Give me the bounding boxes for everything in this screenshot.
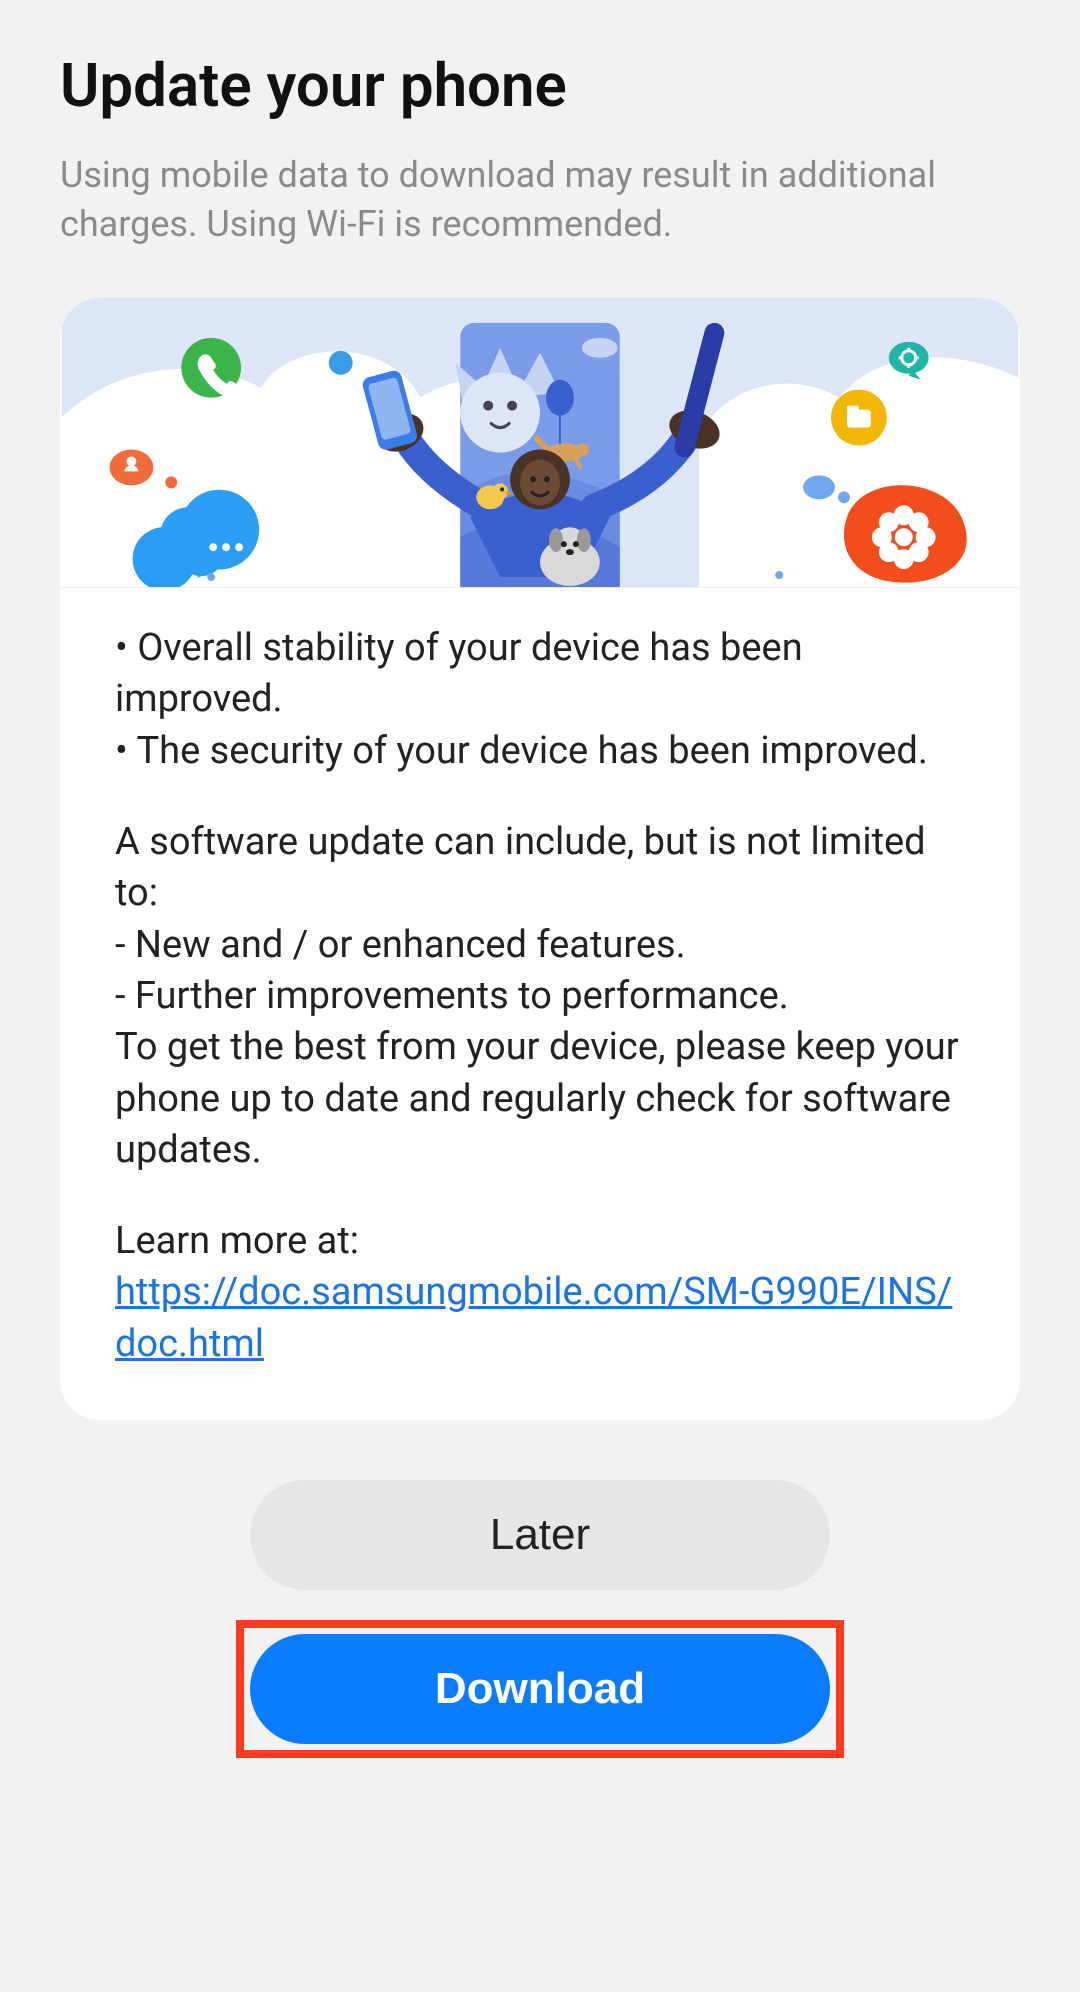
learn-more-label: Learn more at:	[115, 1216, 965, 1267]
download-highlight: Download	[236, 1620, 844, 1758]
learn-more-link[interactable]: https://doc.samsungmobile.com/SM-G990E/I…	[115, 1270, 952, 1365]
update-includes-item2: - Further improvements to performance.	[115, 971, 965, 1022]
update-illustration	[60, 298, 1020, 588]
bullet-security: • The security of your device has been i…	[115, 726, 965, 777]
page-title: Update your phone	[60, 50, 1020, 121]
bullet-stability: • Overall stability of your device has b…	[115, 623, 965, 726]
update-card: • Overall stability of your device has b…	[60, 298, 1020, 1420]
update-includes-intro: A software update can include, but is no…	[115, 817, 965, 920]
download-button[interactable]: Download	[250, 1634, 830, 1744]
update-includes-item1: - New and / or enhanced features.	[115, 920, 965, 971]
page-subtitle: Using mobile data to download may result…	[60, 151, 1020, 248]
action-buttons: Later Download	[60, 1480, 1020, 1758]
later-button[interactable]: Later	[250, 1480, 830, 1590]
update-outro: To get the best from your device, please…	[115, 1022, 965, 1176]
update-description: • Overall stability of your device has b…	[60, 588, 1020, 1420]
